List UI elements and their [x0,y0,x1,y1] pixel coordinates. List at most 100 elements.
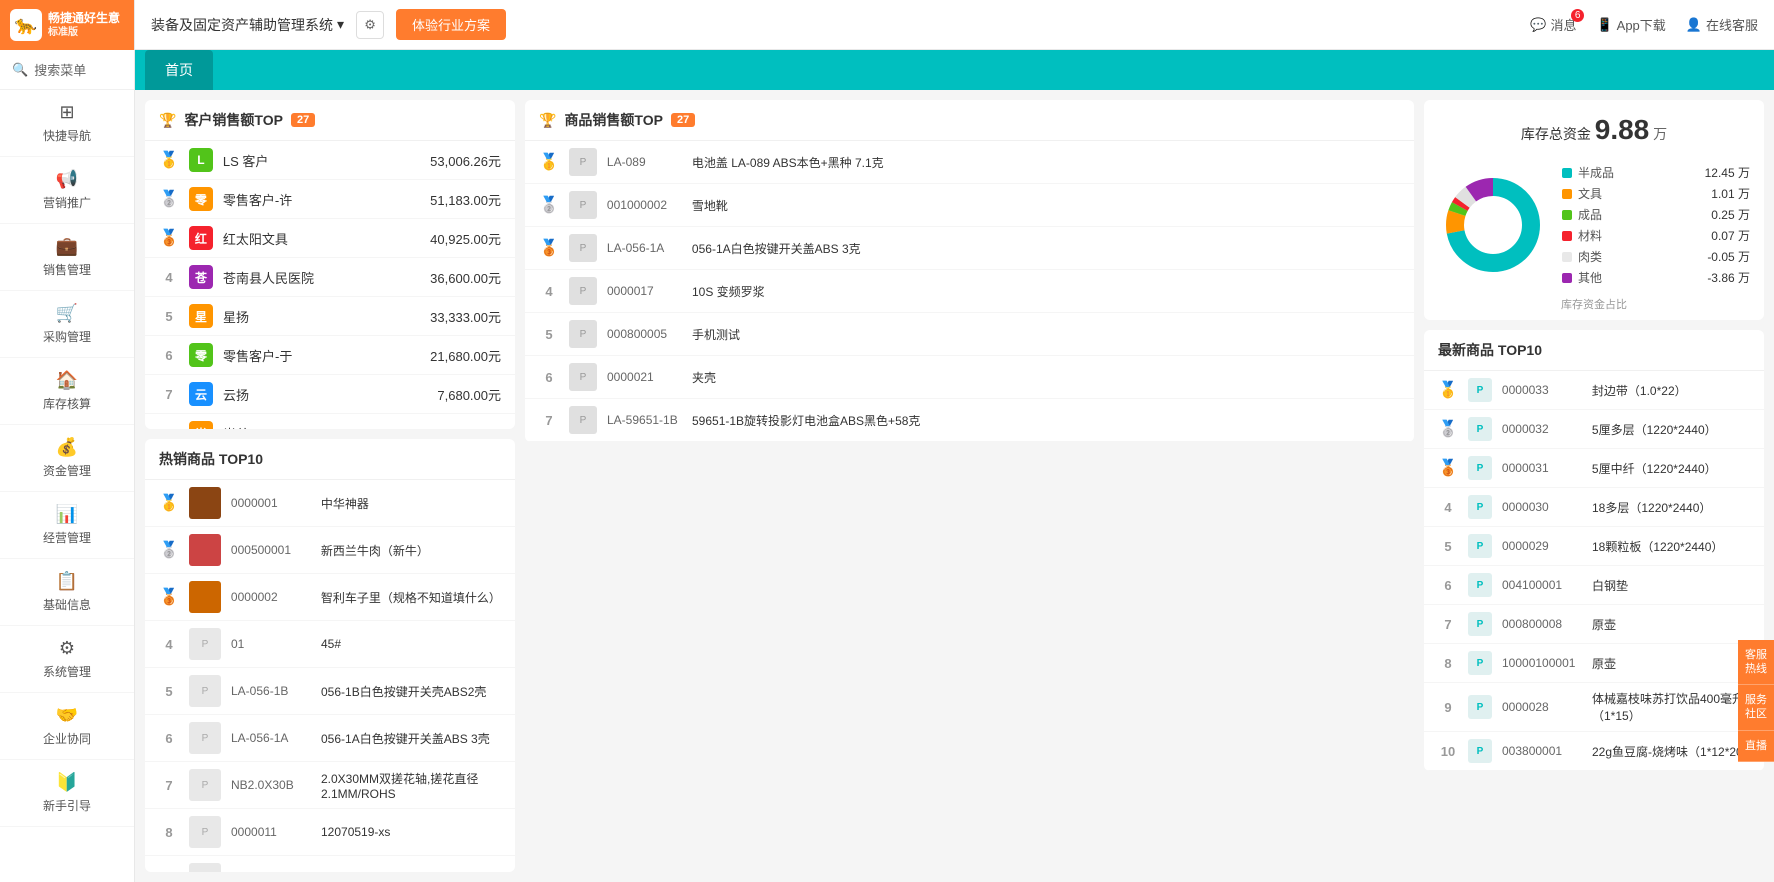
product-code: 0000002 [231,590,311,604]
product-thumbnail-placeholder: P [189,628,221,660]
donut-chart [1438,170,1548,280]
sidebar-label: 经营管理 [43,529,91,546]
new-product-row: 9 P 0000028 体械嘉枝味苏打饮品400毫升（1*15） [1424,683,1764,732]
mid-column: 🏆 商品销售额TOP 27 🥇 P LA-089 电池盖 LA-089 ABS本… [525,100,1414,872]
product-code: 0000033 [1502,383,1582,397]
search-menu[interactable]: 🔍 搜索菜单 [0,50,134,90]
sidebar-item-cooperation[interactable]: 🤝企业协同 [0,693,134,760]
trial-button[interactable]: 体验行业方案 [396,9,506,40]
product-name: 新西兰牛肉（新牛） [321,542,501,559]
customer-name: 红太阳文具 [223,229,420,248]
product-code: 0000030 [1502,500,1582,514]
system-title: 装备及固定资产辅助管理系统 [151,15,333,35]
hot-product-row: 6 P LA-056-1A 056-1A白色按键开关盖ABS 3壳 [145,715,515,762]
tab-home[interactable]: 首页 [145,50,213,90]
product-thumbnail: P [1468,417,1492,441]
sidebar-item-purchase[interactable]: 🛒采购管理 [0,291,134,358]
medal-icon: 🥇 [539,152,559,172]
notification-badge: 6 [1571,9,1585,22]
rank-number: 4 [159,637,179,652]
customer-rank-row: 🥉 红 红太阳文具 40,925.00元 [145,219,515,258]
customer-name: LS 客户 [223,151,420,170]
system-title-dropdown[interactable]: 装备及固定资产辅助管理系统 ▾ [151,15,344,35]
product-image: P [569,148,597,176]
trophy-icon: 🏆 [159,112,176,129]
product-code: 004100001 [1502,578,1582,592]
legend-row: 材料 0.07 万 [1562,227,1750,244]
customer-amount: 7,680.00元 [437,385,501,404]
sidebar-item-basic-info[interactable]: 📋基础信息 [0,559,134,626]
product-rank-row: 6 P 0000021 夹壳 [525,356,1414,399]
sidebar-label: 资金管理 [43,462,91,479]
rank-number: 6 [1438,578,1458,593]
medal-icon: 🥇 [159,150,179,170]
sidebar-item-inventory[interactable]: 🏠库存核算 [0,358,134,425]
inventory-total: 库存总资金 9.88 万 [1424,100,1764,154]
rank-number: 5 [159,309,179,324]
product-rank-row: 7 P LA-59651-1B 59651-1B旋转投影灯电池盒ABS黑色+58… [525,399,1414,442]
sidebar-item-sales[interactable]: 💼销售管理 [0,224,134,291]
app-sub: 标准版 [48,26,120,39]
inventory-chart-area: 半成品 12.45 万 文具 1.01 万 成品 0.25 万 材料 0.07 … [1424,154,1764,296]
product-ranking-title: 商品销售额TOP [564,110,663,130]
product-code: LA-089 [607,155,682,169]
product-rank-row: 🥈 P 001000002 雪地靴 [525,184,1414,227]
rank-number: 8 [159,426,179,430]
sidebar-item-finance[interactable]: 💰资金管理 [0,425,134,492]
inventory-card: 库存总资金 9.88 万 [1424,100,1764,320]
float-customer-service[interactable]: 客服热线 [1738,640,1774,686]
rank-number: 7 [159,387,179,402]
new-products-title: 最新商品 TOP10 [1438,340,1542,360]
hot-product-row: 9 P KK-SD22110H 花语萌恒温分储罐袋（厚款） [145,856,515,872]
legend-value: -0.05 万 [1707,248,1750,265]
rank-number: 7 [539,413,559,428]
medal-icon: 🥇 [1438,380,1458,400]
product-name: 056-1A白色按键开关盖ABS 3克 [692,240,1400,257]
basic-info-icon: 📋 [56,571,78,592]
sidebar-item-system[interactable]: ⚙系统管理 [0,626,134,693]
product-code: 0000011 [231,825,311,839]
customer-name: 肖总 [223,424,427,430]
rank-number: 6 [159,731,179,746]
legend-row: 成品 0.25 万 [1562,206,1750,223]
medal-icon: 🥉 [539,238,559,258]
sidebar-item-operations[interactable]: 📊经营管理 [0,492,134,559]
notification-item[interactable]: 💬 消息 6 [1530,15,1576,34]
purchase-icon: 🛒 [56,303,78,324]
hot-product-row: 4 P 01 45# [145,621,515,668]
legend-row: 半成品 12.45 万 [1562,164,1750,181]
legend-dot [1562,210,1572,220]
service-icon: 👤 [1686,17,1702,33]
product-ranking-card: 🏆 商品销售额TOP 27 🥇 P LA-089 电池盖 LA-089 ABS本… [525,100,1414,442]
product-thumbnail-placeholder: P [189,863,221,872]
product-code: 0000031 [1502,461,1582,475]
topbar-right: 💬 消息 6 📱 App下载 👤 在线客服 [1530,15,1758,34]
product-name: 花语萌恒温分储罐袋（厚款） [321,871,501,872]
legend-label: 其他 [1578,269,1701,286]
product-thumbnail: P [1468,573,1492,597]
sidebar-item-quick-nav[interactable]: ⊞快捷导航 [0,90,134,157]
app-download-item[interactable]: 📱 App下载 [1596,15,1665,34]
product-name: 夹壳 [692,369,1400,386]
sidebar-item-guide[interactable]: 🔰新手引导 [0,760,134,827]
hot-products-card: 热销商品 TOP10 🥇 0000001 中华神器 🥈 000500001 新西… [145,439,515,872]
online-service-item[interactable]: 👤 在线客服 [1686,15,1758,34]
inventory-ratio-label: 库存资金占比 [1424,296,1764,320]
page-body: 🏆 客户销售额TOP 27 🥇 L LS 客户 53,006.26元 🥈 零 零… [135,90,1774,882]
right-column: 库存总资金 9.88 万 [1424,100,1764,872]
float-service-community[interactable]: 服务社区 [1738,685,1774,731]
product-thumbnail: P [1468,378,1492,402]
new-products-header: 最新商品 TOP10 [1424,330,1764,371]
float-live[interactable]: 直播 [1738,731,1774,762]
rank-number: 7 [1438,617,1458,632]
customer-avatar: 苍 [189,265,213,289]
hot-product-row: 7 P NB2.0X30B 2.0X30MM双搓花轴,搓花直径2.1MM/ROH… [145,762,515,809]
inventory-unit: 万 [1653,126,1667,142]
sidebar-item-marketing[interactable]: 📢营销推广 [0,157,134,224]
product-thumbnail [189,581,221,613]
customer-rank-row: 🥇 L LS 客户 53,006.26元 [145,141,515,180]
product-rank-row: 5 P 000800005 手机测试 [525,313,1414,356]
guide-icon: 🔰 [56,772,78,793]
settings-button[interactable]: ⚙ [356,11,384,39]
customer-amount: 21,680.00元 [430,346,501,365]
